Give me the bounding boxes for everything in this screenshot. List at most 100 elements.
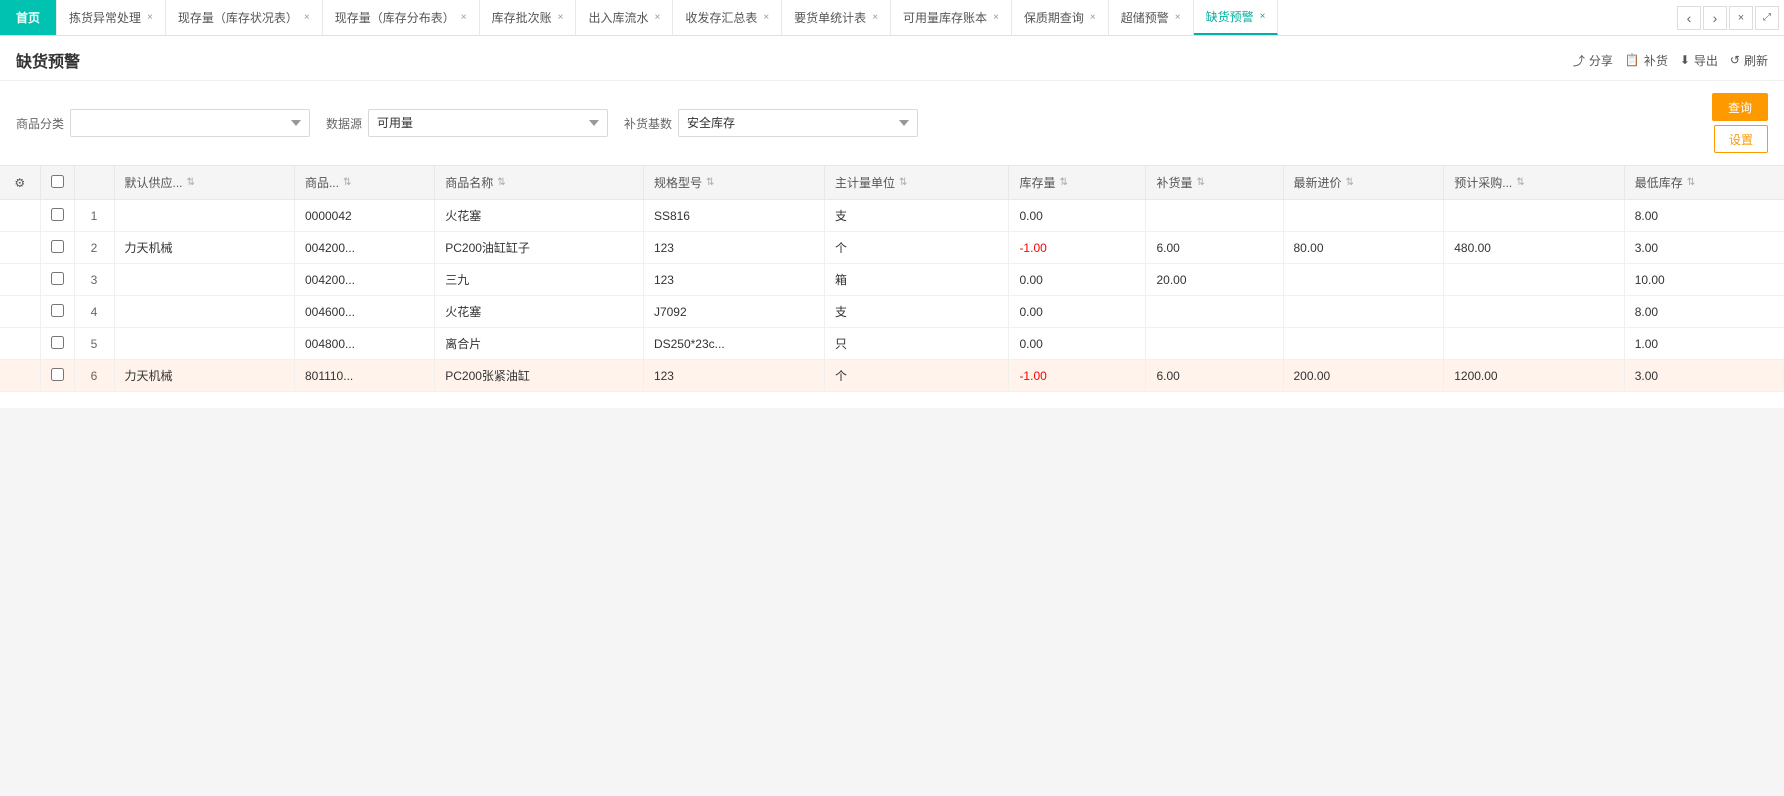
row-checkbox[interactable] — [40, 360, 74, 392]
settings-button[interactable]: 设置 — [1714, 125, 1768, 153]
tab-next-button[interactable]: › — [1703, 6, 1727, 30]
tab-close[interactable]: × — [147, 12, 153, 23]
th-latest-price[interactable]: 最新进价 ⇅ — [1283, 166, 1444, 200]
row-settings — [0, 232, 40, 264]
th-product-code[interactable]: 商品... ⇅ — [294, 166, 434, 200]
row-checkbox[interactable] — [40, 200, 74, 232]
row-unit: 支 — [825, 296, 1009, 328]
table-row: 5 004800... 离合片 DS250*23c... 只 0.00 1.00 — [0, 328, 1784, 360]
tab-label: 缺货预警 — [1206, 8, 1254, 25]
tab-inventory-status[interactable]: 现存量（库存状况表） × — [166, 0, 323, 35]
row-spec: 123 — [643, 264, 824, 296]
row-settings — [0, 264, 40, 296]
tab-shortage[interactable]: 缺货预警 × — [1194, 0, 1279, 35]
row-supplier — [114, 296, 294, 328]
tab-close[interactable]: × — [1090, 12, 1096, 23]
row-product-name: PC200张紧油缸 — [435, 360, 644, 392]
row-spec: 123 — [643, 360, 824, 392]
tab-nav-buttons: ‹ › × ⤢ — [1676, 6, 1784, 30]
tab-prev-button[interactable]: ‹ — [1677, 6, 1701, 30]
tab-expand-button[interactable]: ⤢ — [1755, 6, 1779, 30]
th-est-purchase[interactable]: 预计采购... ⇅ — [1444, 166, 1624, 200]
th-unit[interactable]: 主计量单位 ⇅ — [825, 166, 1009, 200]
row-product-code: 0000042 — [294, 200, 434, 232]
row-stock: -1.00 — [1009, 232, 1146, 264]
gear-icon[interactable]: ⚙ — [14, 176, 25, 190]
row-checkbox[interactable] — [40, 264, 74, 296]
share-button[interactable]: ⤴ 分享 — [1573, 52, 1613, 69]
share-label: 分享 — [1589, 52, 1613, 69]
tab-expiry[interactable]: 保质期查询 × — [1012, 0, 1109, 35]
tab-collect-summary[interactable]: 收发存汇总表 × — [673, 0, 782, 35]
row-product-name: 离合片 — [435, 328, 644, 360]
th-stock[interactable]: 库存量 ⇅ — [1009, 166, 1146, 200]
row-unit: 个 — [825, 232, 1009, 264]
th-default-supplier[interactable]: 默认供应... ⇅ — [114, 166, 294, 200]
row-supplier: 力天机械 — [114, 360, 294, 392]
row-unit: 支 — [825, 200, 1009, 232]
tab-close[interactable]: × — [872, 12, 878, 23]
th-restock-qty[interactable]: 补货量 ⇅ — [1146, 166, 1283, 200]
row-min-stock: 3.00 — [1624, 232, 1784, 264]
tab-close[interactable]: × — [558, 12, 564, 23]
th-min-stock[interactable]: 最低库存 ⇅ — [1624, 166, 1784, 200]
data-table: ⚙ 默认供应... ⇅ 商品... — [0, 165, 1784, 392]
refresh-button[interactable]: ↺ 刷新 — [1730, 52, 1768, 69]
row-checkbox[interactable] — [40, 232, 74, 264]
restock-button[interactable]: 📋 补货 — [1625, 52, 1668, 69]
th-product-name[interactable]: 商品名称 ⇅ — [435, 166, 644, 200]
row-select-checkbox[interactable] — [51, 304, 64, 317]
restock-base-select[interactable]: 安全库存 最低库存 — [678, 109, 918, 137]
select-all-checkbox[interactable] — [51, 175, 64, 188]
row-select-checkbox[interactable] — [51, 272, 64, 285]
tab-home[interactable]: 首页 — [0, 0, 57, 35]
table-row: 2 力天机械 004200... PC200油缸缸子 123 个 -1.00 6… — [0, 232, 1784, 264]
row-supplier — [114, 264, 294, 296]
tab-inventory-dist[interactable]: 现存量（库存分布表） × — [323, 0, 480, 35]
tab-close[interactable]: × — [1175, 12, 1181, 23]
row-min-stock: 8.00 — [1624, 296, 1784, 328]
tab-close[interactable]: × — [1260, 11, 1266, 22]
sort-icon: ⇅ — [1196, 177, 1204, 188]
row-stock: -1.00 — [1009, 360, 1146, 392]
row-checkbox[interactable] — [40, 328, 74, 360]
tab-exception[interactable]: 拣货异常处理 × — [57, 0, 166, 35]
page-content: 缺货预警 ⤴ 分享 📋 补货 ⬇ 导出 ↺ 刷新 商品分类 — [0, 36, 1784, 408]
th-spec[interactable]: 规格型号 ⇅ — [643, 166, 824, 200]
row-product-code: 004600... — [294, 296, 434, 328]
tab-inout-flow[interactable]: 出入库流水 × — [576, 0, 673, 35]
tab-demand-stat[interactable]: 要货单统计表 × — [782, 0, 891, 35]
category-select[interactable] — [70, 109, 310, 137]
row-supplier: 力天机械 — [114, 232, 294, 264]
tab-close[interactable]: × — [993, 12, 999, 23]
export-label: 导出 — [1694, 52, 1718, 69]
table-container: ⚙ 默认供应... ⇅ 商品... — [0, 165, 1784, 408]
category-label: 商品分类 — [16, 115, 64, 132]
tab-overstock[interactable]: 超储预警 × — [1109, 0, 1194, 35]
tab-close[interactable]: × — [654, 12, 660, 23]
tab-available-ledger[interactable]: 可用量库存账本 × — [891, 0, 1012, 35]
row-checkbox[interactable] — [40, 296, 74, 328]
tab-batch[interactable]: 库存批次账 × — [480, 0, 577, 35]
page-header: 缺货预警 ⤴ 分享 📋 补货 ⬇ 导出 ↺ 刷新 — [0, 36, 1784, 81]
export-button[interactable]: ⬇ 导出 — [1680, 52, 1718, 69]
th-checkbox[interactable] — [40, 166, 74, 200]
row-select-checkbox[interactable] — [51, 336, 64, 349]
tab-close[interactable]: × — [763, 12, 769, 23]
tab-label: 库存批次账 — [492, 9, 552, 26]
row-select-checkbox[interactable] — [51, 240, 64, 253]
refresh-icon: ↺ — [1730, 53, 1740, 67]
query-button[interactable]: 查询 — [1712, 93, 1768, 121]
datasource-select[interactable]: 可用量 库存量 — [368, 109, 608, 137]
row-select-checkbox[interactable] — [51, 368, 64, 381]
tab-close-all-button[interactable]: × — [1729, 6, 1753, 30]
row-num: 2 — [74, 232, 114, 264]
row-select-checkbox[interactable] — [51, 208, 64, 221]
row-min-stock: 8.00 — [1624, 200, 1784, 232]
row-product-name: PC200油缸缸子 — [435, 232, 644, 264]
tab-close[interactable]: × — [304, 12, 310, 23]
tab-label: 出入库流水 — [588, 9, 648, 26]
row-supplier — [114, 328, 294, 360]
tab-close[interactable]: × — [461, 12, 467, 23]
th-settings[interactable]: ⚙ — [0, 166, 40, 200]
